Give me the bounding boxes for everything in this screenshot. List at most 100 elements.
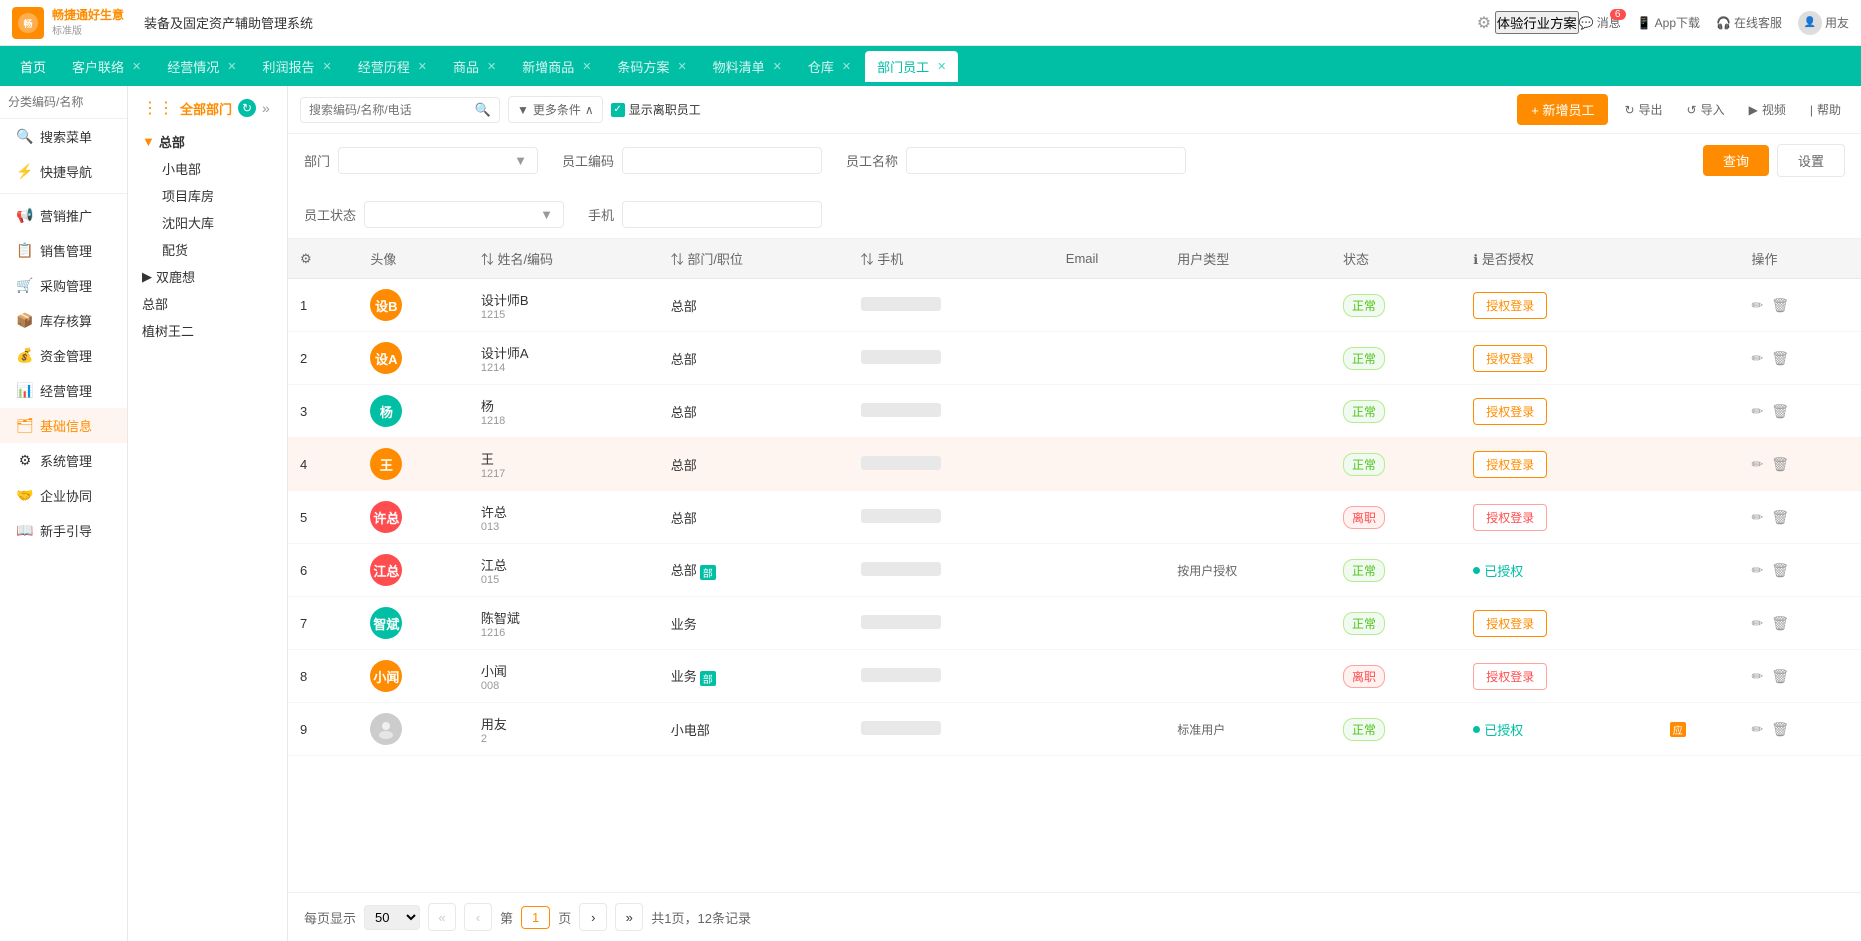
delete-button[interactable]: 🗑 [1771,350,1789,367]
delete-button[interactable]: 🗑 [1771,509,1789,526]
trial-button[interactable]: 体验行业方案 [1495,11,1579,34]
auth-button[interactable]: 授权登录 [1473,663,1547,690]
tab-department[interactable]: 部门员工✕ [865,51,958,82]
filter-name-input[interactable] [906,147,1186,174]
settings-icon[interactable]: ⚙ [300,251,312,266]
prev-page-button[interactable]: ‹ [464,903,492,931]
delete-button[interactable]: 🗑 [1771,297,1789,314]
tree-node-xiaodian[interactable]: 小电部 [152,155,279,182]
query-button[interactable]: 查询 [1703,145,1769,176]
auth-button[interactable]: 授权登录 [1473,504,1547,531]
tab-goods[interactable]: 商品✕ [441,51,508,82]
tree-node-headquarters-parent[interactable]: ▼ 总部 [136,128,279,155]
sidebar-item-guide[interactable]: 📖 新手引导 [0,513,127,548]
first-page-button[interactable]: « [428,903,456,931]
col-name[interactable]: ⇅ 姓名/编码 [469,239,659,279]
more-filter-button[interactable]: ▼ 更多条件 ∧ [508,96,603,123]
show-inactive-toggle[interactable]: ✓ 显示离职员工 [611,101,701,118]
tree-node-shenyang[interactable]: 沈阳大库 [152,209,279,236]
gear-icon[interactable]: ⚙ [1477,13,1491,33]
edit-button[interactable]: ✏ [1752,668,1764,685]
tree-node-delivery[interactable]: 配货 [152,236,279,263]
delete-button[interactable]: 🗑 [1771,615,1789,632]
tab-close-icon[interactable]: ✕ [323,60,332,73]
sidebar-item-marketing[interactable]: 📢 营销推广 [0,198,127,233]
next-page-button[interactable]: › [579,903,607,931]
edit-button[interactable]: ✏ [1752,721,1764,738]
edit-button[interactable]: ✏ [1752,562,1764,579]
sidebar-item-quicknav[interactable]: ⚡ 快捷导航 [0,154,127,189]
sidebar-item-basic-info[interactable]: 🗂 基础信息 [0,408,127,443]
tree-node-project[interactable]: 项目库房 [152,182,279,209]
col-settings[interactable]: ⚙ [288,239,358,279]
tab-profit[interactable]: 利润报告✕ [250,51,343,82]
search-input[interactable] [309,103,469,117]
auth-button[interactable]: 授权登录 [1473,292,1547,319]
delete-button[interactable]: 🗑 [1771,721,1789,738]
col-dept[interactable]: ⇅ 部门/职位 [659,239,849,279]
sidebar-item-finance[interactable]: 💰 资金管理 [0,338,127,373]
dept-all-label[interactable]: 全部部门 [180,99,232,118]
tree-node-zongbu[interactable]: 总部 [136,290,279,317]
auth-button[interactable]: 授权登录 [1473,398,1547,425]
tab-bom[interactable]: 物料清单✕ [701,51,794,82]
tab-home[interactable]: 首页 [8,51,58,82]
filter-status-select[interactable]: ▼ [364,201,564,228]
per-page-select[interactable]: 50 100 200 [364,905,420,930]
app-download-button[interactable]: 📱 App下载 [1637,14,1700,31]
collapse-chevrons-icon[interactable]: » [262,100,270,116]
sidebar-item-inventory[interactable]: 📦 库存核算 [0,303,127,338]
tab-customer[interactable]: 客户联络✕ [60,51,153,82]
auth-button[interactable]: 授权登录 [1473,345,1547,372]
filter-phone-input[interactable] [622,201,822,228]
sidebar-search-input[interactable] [8,95,128,109]
import-button[interactable]: ↺ 导入 [1679,96,1733,123]
tab-add-goods[interactable]: 新增商品✕ [510,51,603,82]
tab-close-icon[interactable]: ✕ [132,60,141,73]
search-icon[interactable]: 🔍 [475,102,491,118]
edit-button[interactable]: ✏ [1752,297,1764,314]
sidebar-item-business[interactable]: 📊 经营管理 [0,373,127,408]
view-button[interactable]: ▶ 视频 [1741,96,1794,123]
delete-button[interactable]: 🗑 [1771,668,1789,685]
edit-button[interactable]: ✏ [1752,350,1764,367]
tab-close-icon[interactable]: ✕ [773,60,782,73]
edit-button[interactable]: ✏ [1752,456,1764,473]
delete-button[interactable]: 🗑 [1771,456,1789,473]
user-area[interactable]: 👤 用友 [1798,11,1849,35]
tab-history[interactable]: 经营历程✕ [346,51,439,82]
reset-button[interactable]: 设置 [1777,144,1845,177]
sidebar-item-collab[interactable]: 🤝 企业协同 [0,478,127,513]
col-phone[interactable]: ⇅ 手机 [849,239,1054,279]
tab-close-icon[interactable]: ✕ [677,60,686,73]
tab-close-icon[interactable]: ✕ [937,60,946,73]
delete-button[interactable]: 🗑 [1771,562,1789,579]
online-service-button[interactable]: 🎧 在线客服 [1716,14,1782,31]
message-button[interactable]: 💬 消息 6 [1579,14,1621,31]
edit-button[interactable]: ✏ [1752,509,1764,526]
auth-button[interactable]: 授权登录 [1473,451,1547,478]
add-employee-button[interactable]: + 新增员工 [1517,94,1608,125]
filter-code-input[interactable] [622,147,822,174]
tab-close-icon[interactable]: ✕ [582,60,591,73]
sidebar-item-purchase[interactable]: 🛒 采购管理 [0,268,127,303]
tree-node-shuanglu[interactable]: ▶ 双鹿想 [136,263,279,290]
filter-dept-select[interactable]: ▼ [338,147,538,174]
auth-button[interactable]: 授权登录 [1473,610,1547,637]
tab-close-icon[interactable]: ✕ [418,60,427,73]
edit-button[interactable]: ✏ [1752,615,1764,632]
tab-close-icon[interactable]: ✕ [227,60,236,73]
dept-collapse-button[interactable]: ↻ [238,99,256,117]
export-button[interactable]: ↻ 导出 [1616,96,1670,123]
delete-button[interactable]: 🗑 [1771,403,1789,420]
tab-close-icon[interactable]: ✕ [842,60,851,73]
tab-warehouse[interactable]: 仓库✕ [796,51,863,82]
sidebar-item-sales[interactable]: 📋 销售管理 [0,233,127,268]
help-button[interactable]: | 帮助 [1802,96,1849,123]
tab-barcode[interactable]: 条码方案✕ [605,51,698,82]
tab-close-icon[interactable]: ✕ [487,60,496,73]
tree-node-zhishu[interactable]: 植树王二 [136,317,279,344]
edit-button[interactable]: ✏ [1752,403,1764,420]
last-page-button[interactable]: » [615,903,643,931]
sidebar-item-system[interactable]: ⚙ 系统管理 [0,443,127,478]
